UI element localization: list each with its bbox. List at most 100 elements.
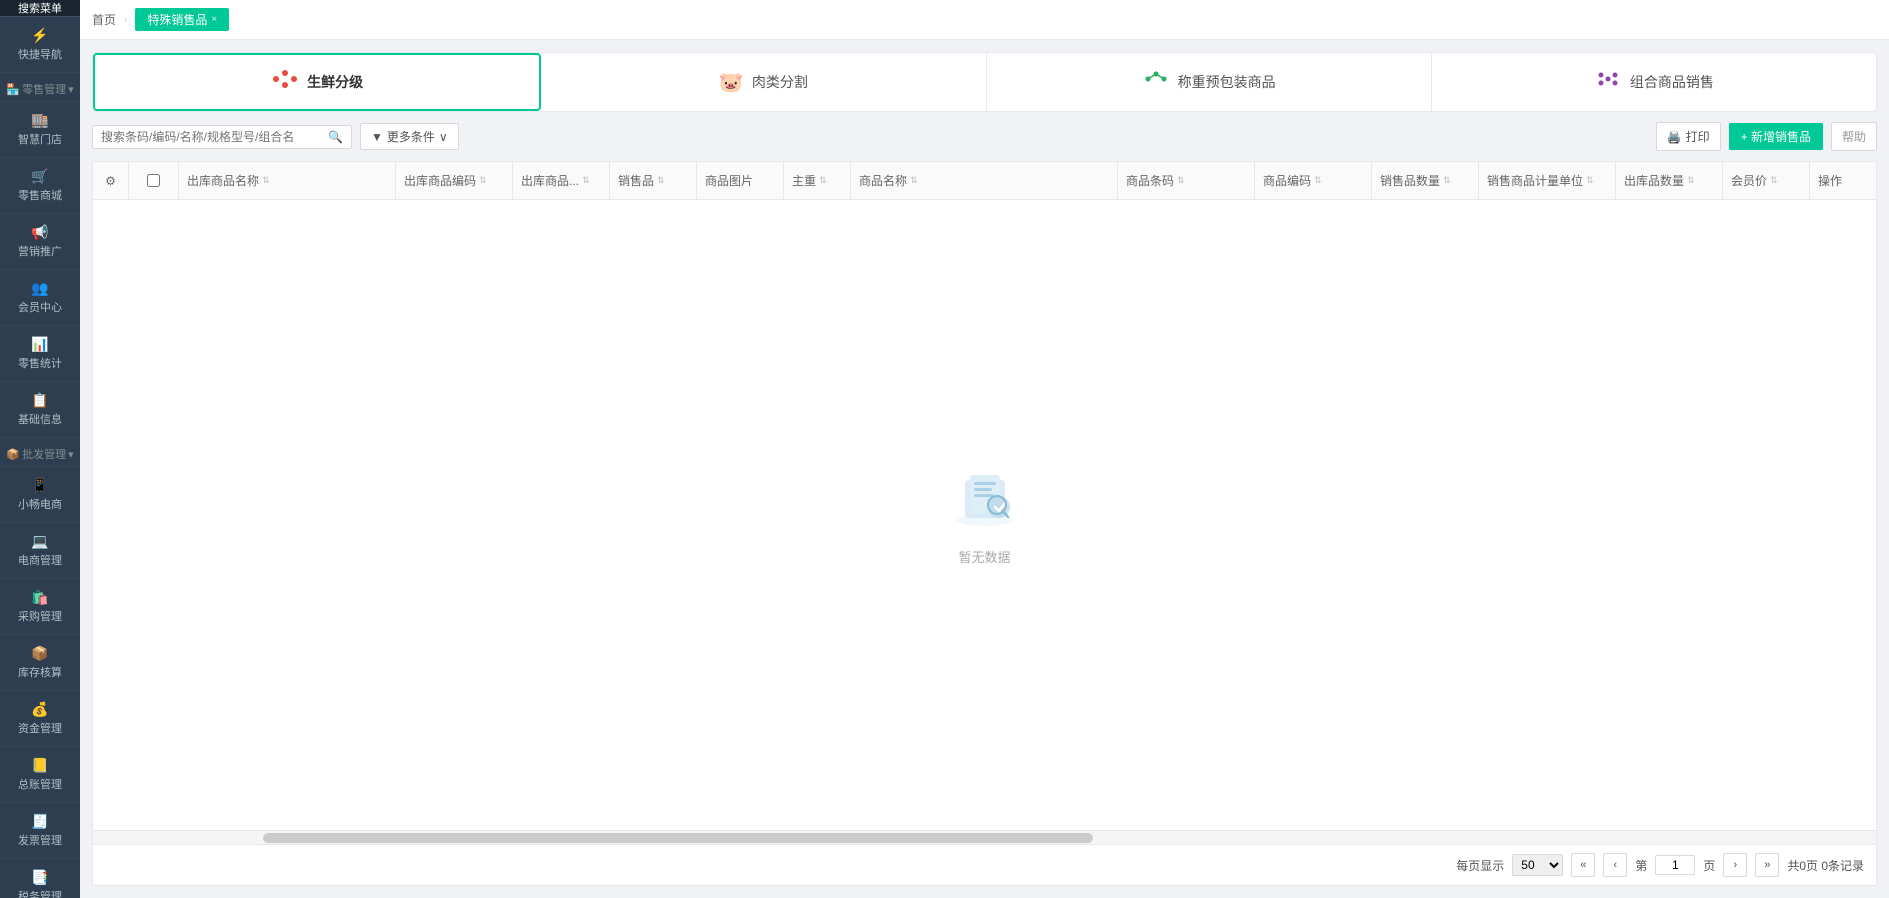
cat-tab-weighing-pack-label: 称重预包装商品 xyxy=(1178,72,1276,92)
cat-tab-fresh-grade[interactable]: 生鲜分级 xyxy=(93,53,541,111)
sidebar-item-tax[interactable]: 📑 税务管理 xyxy=(0,859,80,898)
sidebar-item-ecommerce-mgmt[interactable]: 💻 电商管理 xyxy=(0,523,80,579)
th-sale-goods[interactable]: 销售品 ⇅ xyxy=(610,162,697,199)
sidebar-item-label: 采购管理 xyxy=(18,608,62,624)
sidebar-item-member[interactable]: 👥 会员中心 xyxy=(0,270,80,326)
main-content: 首页 › 特殊销售品 × xyxy=(80,0,1889,898)
sort-icon: ⇅ xyxy=(1770,175,1778,186)
sidebar-item-label: 智慧门店 xyxy=(18,131,62,147)
sort-icon: ⇅ xyxy=(1687,175,1695,186)
th-checkbox[interactable] xyxy=(129,162,179,199)
tax-icon: 📑 xyxy=(31,869,48,886)
current-tab[interactable]: 特殊销售品 × xyxy=(135,8,229,31)
sidebar-item-basic-info[interactable]: 📋 基础信息 xyxy=(0,382,80,438)
sort-icon: ⇅ xyxy=(262,175,270,186)
next-page-btn[interactable]: › xyxy=(1723,853,1747,877)
th-barcode[interactable]: 商品条码 ⇅ xyxy=(1118,162,1255,199)
scroll-thumb[interactable] xyxy=(263,833,1093,843)
inventory-icon: 📦 xyxy=(31,645,48,662)
sidebar-item-ledger[interactable]: 📒 总账管理 xyxy=(0,747,80,803)
sort-icon: ⇅ xyxy=(1443,175,1451,186)
toolbar: 🔍 ▼ 更多条件 ∨ 🖨️ 打印 + 新增销售品 xyxy=(92,122,1877,151)
sidebar-item-label: 零售商城 xyxy=(18,187,62,203)
cat-tab-meat-cut-label: 肉类分割 xyxy=(752,72,808,92)
ledger-icon: 📒 xyxy=(31,757,48,774)
pagination: 每页显示 50 10 20 100 « ‹ 第 页 xyxy=(93,844,1876,885)
retail-stat-icon: 📊 xyxy=(31,336,48,353)
th-actions: 操作 xyxy=(1810,162,1876,199)
sidebar-item-wholesale-mgmt[interactable]: 📦 批发管理 ▾ xyxy=(0,438,80,467)
th-main[interactable]: 主重 ⇅ xyxy=(784,162,851,199)
sidebar-item-smart-store[interactable]: 🏬 智慧门店 xyxy=(0,102,80,158)
page-input[interactable] xyxy=(1655,855,1695,875)
th-sale-qty[interactable]: 销售品数量 ⇅ xyxy=(1372,162,1479,199)
last-page-btn[interactable]: » xyxy=(1755,853,1779,877)
select-all-checkbox[interactable] xyxy=(147,174,160,187)
sidebar-item-retail-mgmt[interactable]: 🏪 零售管理 ▾ xyxy=(0,73,80,102)
new-sale-button[interactable]: + 新增销售品 xyxy=(1729,123,1823,150)
meat-cut-icon: 🐷 xyxy=(719,70,744,95)
weighing-pack-icon xyxy=(1142,68,1170,96)
marketing-icon: 📢 xyxy=(31,224,48,241)
print-label: 打印 xyxy=(1686,128,1710,145)
filter-icon: ▼ xyxy=(371,130,383,144)
sidebar-item-label: 营销推广 xyxy=(18,243,62,259)
sidebar-item-finance[interactable]: 💰 资金管理 xyxy=(0,691,80,747)
cat-tab-weighing-pack[interactable]: 称重预包装商品 xyxy=(987,53,1432,111)
print-icon: 🖨️ xyxy=(1667,130,1682,144)
th-out-goods-code[interactable]: 出库商品编码 ⇅ xyxy=(396,162,513,199)
sidebar-item-invoice[interactable]: 🧾 发票管理 xyxy=(0,803,80,859)
sidebar-item-ecommerce-mini[interactable]: 📱 小畅电商 xyxy=(0,467,80,523)
cat-tab-fresh-grade-label: 生鲜分级 xyxy=(307,72,363,92)
toolbar-left: 🔍 ▼ 更多条件 ∨ xyxy=(92,123,459,150)
sidebar-item-inventory[interactable]: 📦 库存核算 xyxy=(0,635,80,691)
th-out-goods-spec[interactable]: 出库商品... ⇅ xyxy=(513,162,610,199)
th-out-qty[interactable]: 出库品数量 ⇅ xyxy=(1616,162,1723,199)
per-page-select[interactable]: 50 10 20 100 xyxy=(1512,854,1563,876)
cat-tab-meat-cut[interactable]: 🐷 肉类分割 xyxy=(541,53,986,111)
th-member-price[interactable]: 会员价 ⇅ xyxy=(1723,162,1810,199)
sidebar-item-retail-mall[interactable]: 🛒 零售商城 xyxy=(0,158,80,214)
th-goods-name[interactable]: 商品名称 ⇅ xyxy=(851,162,1118,199)
sidebar-item-label: 发票管理 xyxy=(18,832,62,848)
sidebar-item-quick-nav[interactable]: ⚡ 快捷导航 xyxy=(0,17,80,73)
quick-nav-icon: ⚡ xyxy=(31,27,48,44)
search-icon[interactable]: 🔍 xyxy=(328,130,343,144)
table-header: ⚙ 出库商品名称 ⇅ 出库商品编码 ⇅ 出库商品... ⇅ xyxy=(93,162,1876,200)
sidebar-item-marketing[interactable]: 📢 营销推广 xyxy=(0,214,80,270)
chevron-down-icon: ▾ xyxy=(68,448,74,461)
wholesale-mgmt-icon: 📦 xyxy=(6,448,20,461)
sidebar-item-label: 批发管理 xyxy=(22,446,66,462)
tab-close-icon[interactable]: × xyxy=(211,14,217,25)
horizontal-scrollbar[interactable] xyxy=(93,830,1876,844)
page-label-pre: 第 xyxy=(1635,857,1647,874)
filter-btn[interactable]: ▼ 更多条件 ∨ xyxy=(360,123,459,150)
chevron-down-icon: ▾ xyxy=(68,83,74,96)
search-box[interactable]: 🔍 xyxy=(92,125,352,149)
prev-page-btn[interactable]: ‹ xyxy=(1603,853,1627,877)
sidebar-logo[interactable]: 搜索菜单 xyxy=(0,0,80,17)
page-content: 生鲜分级 🐷 肉类分割 xyxy=(80,40,1889,898)
th-sale-unit[interactable]: 销售商品计量单位 ⇅ xyxy=(1479,162,1616,199)
cat-tab-combo-goods[interactable]: 组合商品销售 xyxy=(1432,53,1876,111)
sidebar-item-label: 会员中心 xyxy=(18,299,62,315)
help-button[interactable]: 帮助 xyxy=(1831,122,1877,151)
th-out-goods-name[interactable]: 出库商品名称 ⇅ xyxy=(179,162,396,199)
print-button[interactable]: 🖨️ 打印 xyxy=(1656,122,1721,151)
first-page-btn[interactable]: « xyxy=(1571,853,1595,877)
search-input[interactable] xyxy=(101,130,324,144)
th-goods-code[interactable]: 商品编码 ⇅ xyxy=(1255,162,1372,199)
sort-icon: ⇅ xyxy=(582,175,590,186)
page-label: 页 xyxy=(1703,857,1715,874)
sidebar: 搜索菜单 ⚡ 快捷导航 🏪 零售管理 ▾ 🏬 智慧门店 🛒 零售商城 📢 营销推… xyxy=(0,0,80,898)
sort-icon: ⇅ xyxy=(819,175,827,186)
sort-icon: ⇅ xyxy=(1177,175,1185,186)
sort-icon: ⇅ xyxy=(1586,175,1594,186)
sidebar-item-label: 小畅电商 xyxy=(18,496,62,512)
logo-text: 搜索菜单 xyxy=(18,0,62,16)
sidebar-item-purchase-mgmt[interactable]: 🛍️ 采购管理 xyxy=(0,579,80,635)
sidebar-item-retail-stat[interactable]: 📊 零售统计 xyxy=(0,326,80,382)
th-setting[interactable]: ⚙ xyxy=(93,162,129,199)
breadcrumb-home[interactable]: 首页 xyxy=(92,11,116,28)
retail-mgmt-icon: 🏪 xyxy=(6,83,20,96)
